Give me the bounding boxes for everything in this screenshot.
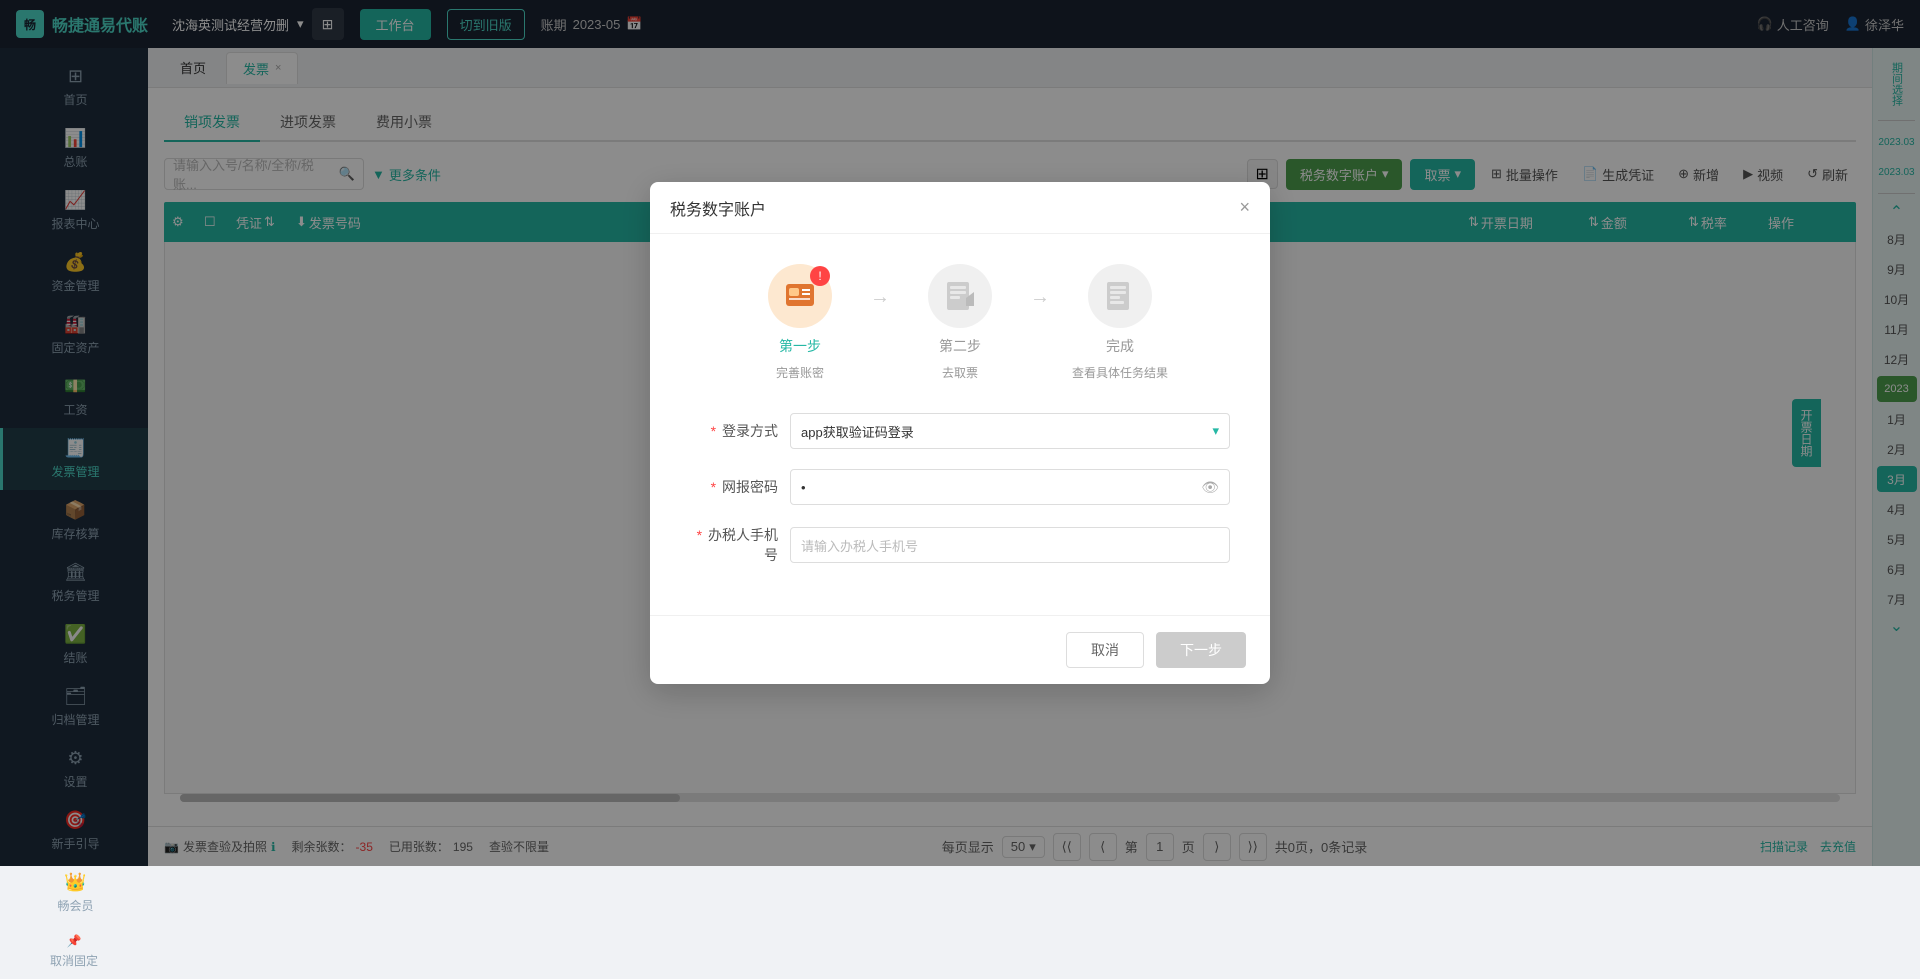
step-1-label: 第一步 xyxy=(779,336,821,356)
step-3-desc: 查看具体任务结果 xyxy=(1072,364,1168,381)
arrow-2: → xyxy=(1020,286,1060,309)
modal-title: 税务数字账户 xyxy=(670,196,766,220)
next-button[interactable]: 下一步 xyxy=(1156,632,1246,668)
login-method-label: * 登录方式 xyxy=(690,421,790,441)
step-2-icon xyxy=(942,278,978,314)
login-method-row: * 登录方式 app获取验证码登录 ▾ xyxy=(690,413,1230,449)
step-2-icon-wrap xyxy=(928,264,992,328)
phone-label: * 办税人手机号 xyxy=(690,525,790,565)
phone-input[interactable]: 请输入办税人手机号 xyxy=(790,527,1230,563)
eye-icon[interactable]: 👁 xyxy=(1201,479,1219,496)
step-1-icon-wrap: ! xyxy=(768,264,832,328)
modal-footer: 取消 下一步 xyxy=(650,615,1270,684)
sidebar-cancel-fixed[interactable]: 📌 取消固定 xyxy=(0,924,148,979)
sidebar-item-label: 畅会员 xyxy=(57,897,93,914)
modal-dialog: 税务数字账户 × ! xyxy=(650,182,1270,684)
password-row: * 网报密码 • 👁 xyxy=(690,469,1230,505)
phone-row: * 办税人手机号 请输入办税人手机号 xyxy=(690,525,1230,565)
modal-overlay: 税务数字账户 × ! xyxy=(0,0,1920,866)
login-method-select[interactable]: app获取验证码登录 ▾ xyxy=(790,413,1230,449)
phone-placeholder: 请输入办税人手机号 xyxy=(801,536,918,555)
cancel-button[interactable]: 取消 xyxy=(1066,632,1144,668)
step-2-desc: 去取票 xyxy=(942,364,978,381)
step-3-label: 完成 xyxy=(1106,336,1134,356)
step-1-badge: ! xyxy=(810,266,830,286)
password-input[interactable]: • 👁 xyxy=(790,469,1230,505)
step-2: 第二步 去取票 xyxy=(900,264,1020,381)
pin-icon: 📌 xyxy=(67,934,82,948)
modal-close-button[interactable]: × xyxy=(1239,197,1250,218)
step-3-icon-wrap xyxy=(1088,264,1152,328)
step-1-desc: 完善账密 xyxy=(776,364,824,381)
login-method-value: app获取验证码登录 xyxy=(801,422,914,441)
arrow-1: → xyxy=(860,286,900,309)
modal-body: ! 第一步 完善账密 → xyxy=(650,234,1270,615)
cancel-fixed-label: 取消固定 xyxy=(50,952,98,969)
password-value: • xyxy=(801,480,810,495)
step-1: ! 第一步 完善账密 xyxy=(740,264,860,381)
steps-row: ! 第一步 完善账密 → xyxy=(690,264,1230,381)
sidebar-item-member[interactable]: 👑 畅会员 xyxy=(0,862,148,924)
member-icon: 👑 xyxy=(64,872,86,893)
password-label: * 网报密码 xyxy=(690,477,790,497)
step-3-icon xyxy=(1102,278,1138,314)
step-2-label: 第二步 xyxy=(939,336,981,356)
chevron-down-icon: ▾ xyxy=(1212,423,1219,439)
modal-header: 税务数字账户 × xyxy=(650,182,1270,234)
step-3: 完成 查看具体任务结果 xyxy=(1060,264,1180,381)
